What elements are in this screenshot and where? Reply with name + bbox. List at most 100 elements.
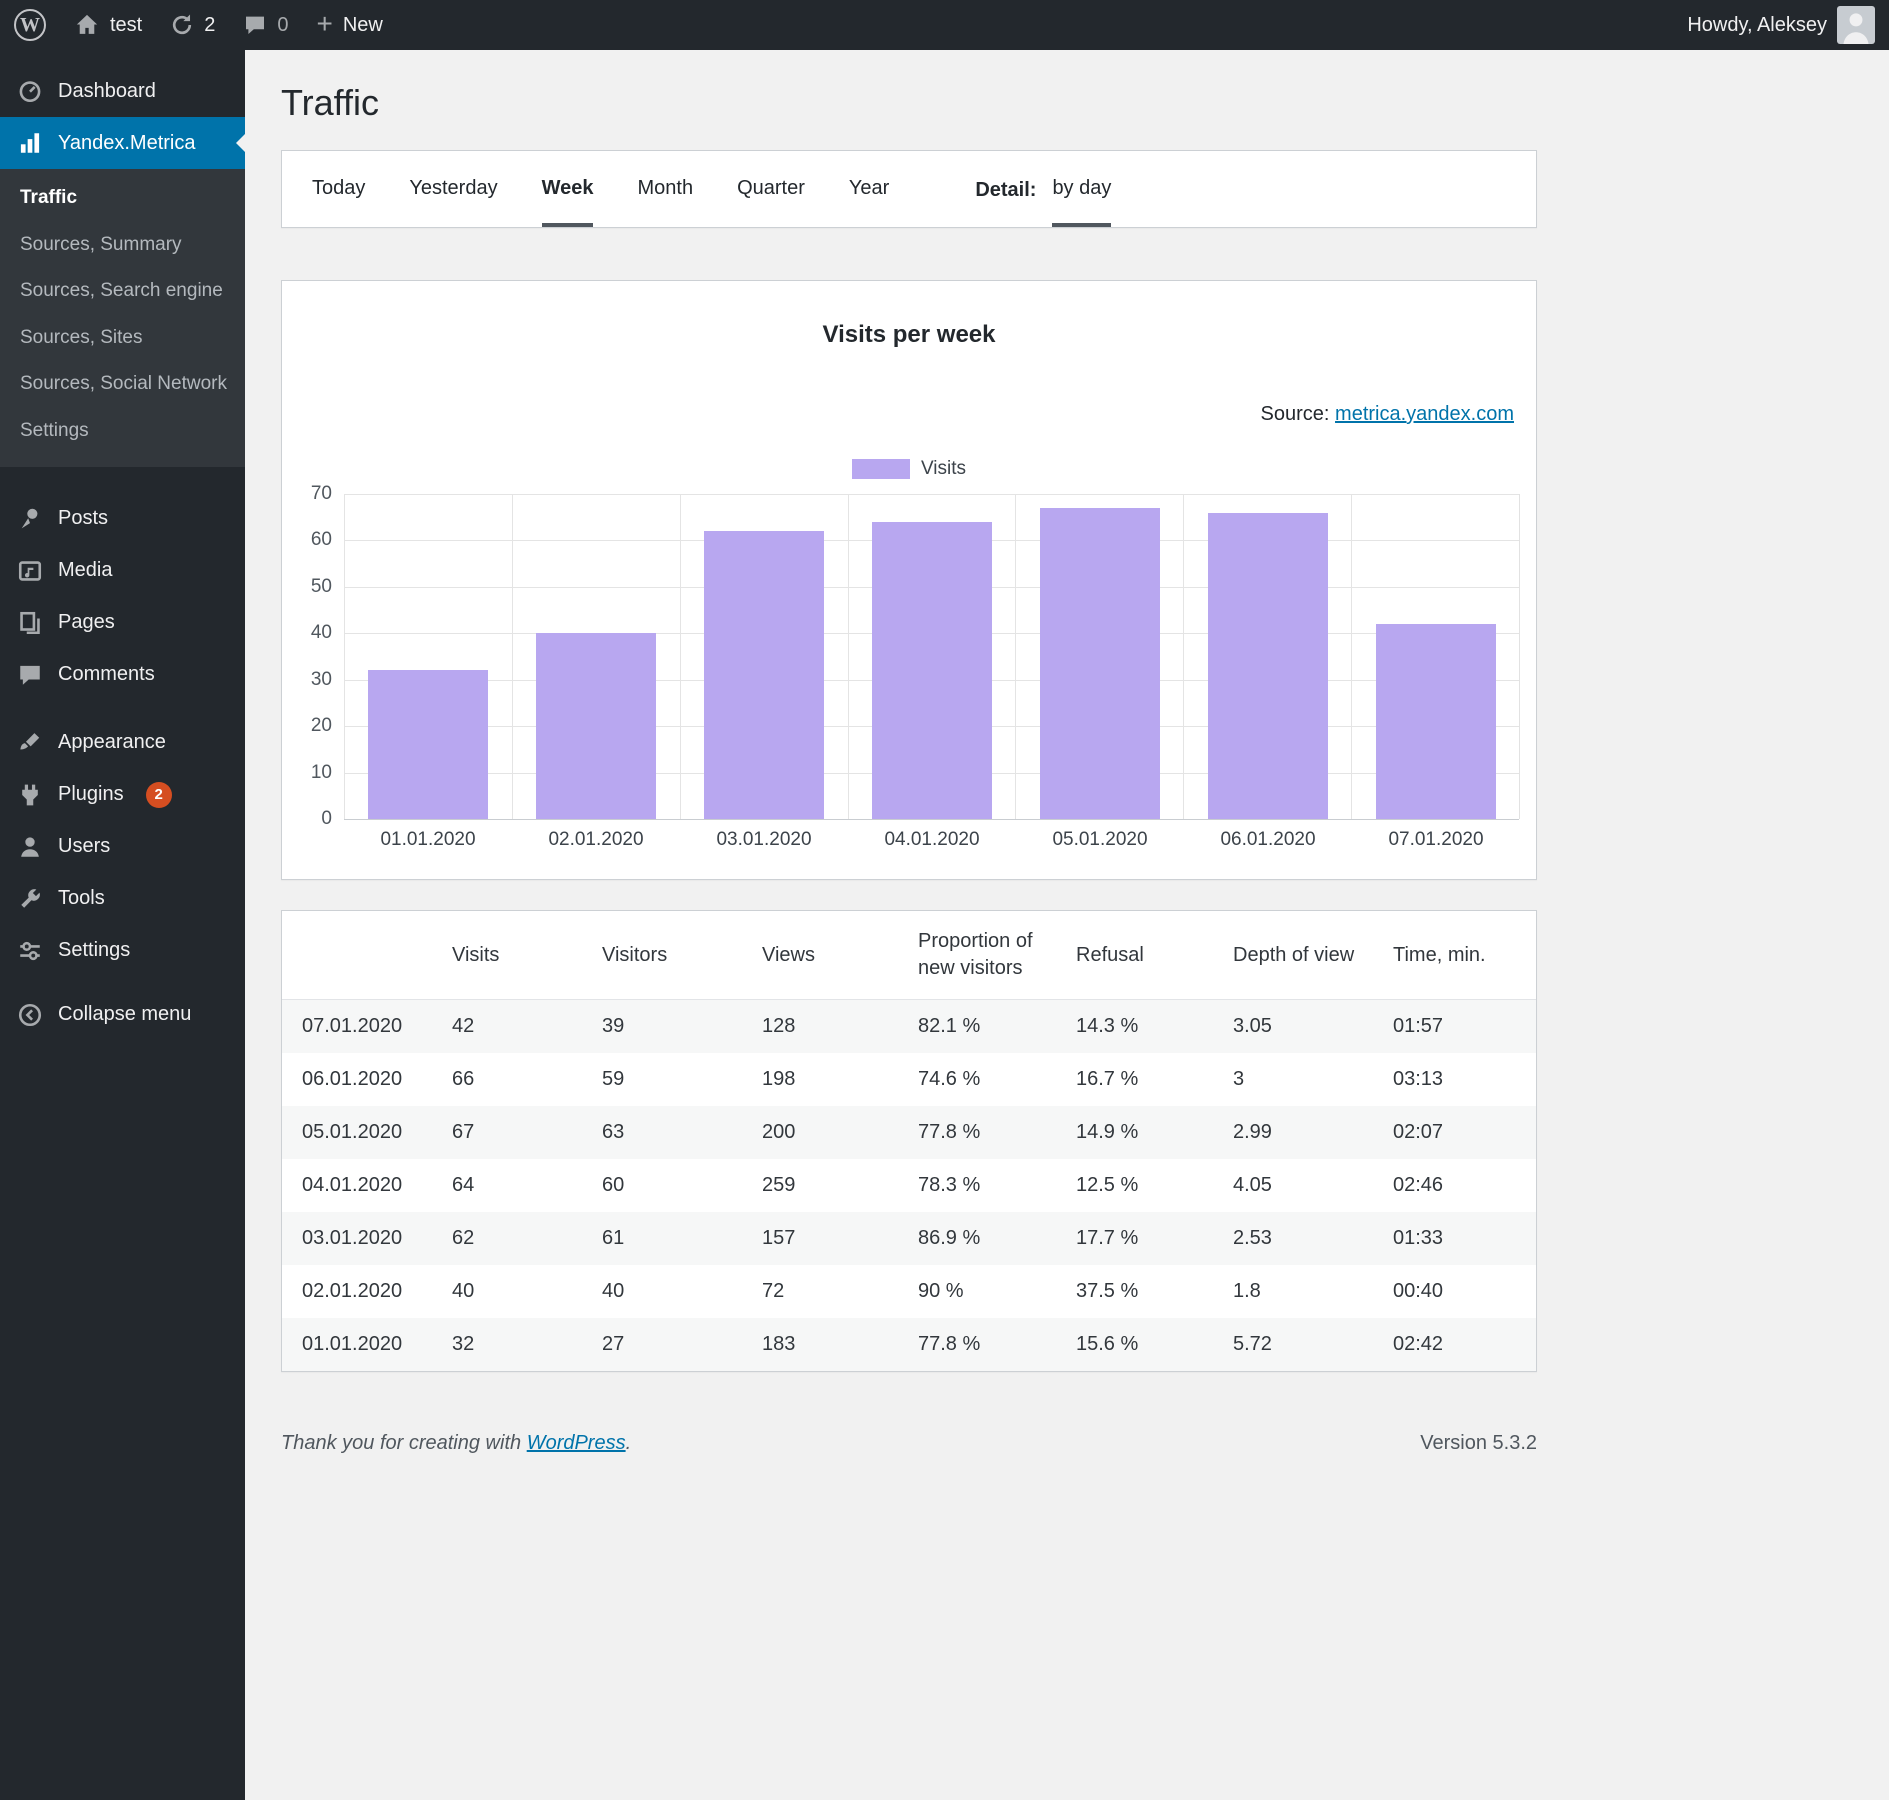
submenu-item-sources-social-network[interactable]: Sources, Social Network [0,361,245,408]
submenu-item-settings[interactable]: Settings [0,408,245,455]
sidebar-item-label: Tools [58,887,105,910]
row-value-cell: 3.05 [1233,1015,1272,1037]
row-value-cell: 72 [762,1280,785,1302]
row-date-cell: 07.01.2020 [302,1015,403,1037]
submenu-item-sources-sites[interactable]: Sources, Sites [0,315,245,362]
footer-thanks: Thank you for creating with WordPress. [281,1432,631,1455]
sidebar-item-settings[interactable]: Settings [0,925,245,977]
table-header-row: Visits Visitors Views Proportion of new vis… [282,911,1536,1000]
detail-selector: Detail: by day [975,151,1112,227]
bar-slot [847,494,1016,819]
sidebar-item-posts[interactable]: Posts [0,493,245,545]
row-value-cell: 02:46 [1393,1174,1444,1196]
visits-bar [704,531,825,819]
thanks-period: . [625,1432,632,1454]
submenu-item-sources-search-engine[interactable]: Sources, Search engine [0,268,245,315]
update-count: 2 [204,13,216,36]
y-tick-label: 30 [310,668,332,690]
submenu-item-sources-summary[interactable]: Sources, Summary [0,222,245,269]
sidebar-item-users[interactable]: Users [0,821,245,873]
row-value-cell: 01:33 [1393,1227,1444,1249]
detail-by-day[interactable]: by day [1052,151,1112,227]
row-value-cell: 2.99 [1233,1121,1272,1143]
sidebar-item-dashboard[interactable]: Dashboard [0,65,245,117]
source-link[interactable]: metrica.yandex.com [1335,403,1514,425]
tab-quarter[interactable]: Quarter [737,151,805,227]
sidebar-item-plugins[interactable]: Plugins 2 [0,769,245,821]
wordpress-link[interactable]: WordPress [527,1432,626,1454]
wp-logo-menu[interactable]: W [0,0,60,50]
traffic-table-body: 07.01.2020 42 39 128 82.1 % 14.3 % 3.05 01:57 06… [282,999,1536,1371]
visits-bar [1375,624,1496,819]
collapse-menu-button[interactable]: Collapse menu [0,989,245,1041]
tab-today[interactable]: Today [312,151,365,227]
tab-month[interactable]: Month [637,151,693,227]
table-row: 06.01.2020 66 59 198 74.6 % 16.7 % 3 03:13 [282,1053,1536,1106]
row-date-cell: 03.01.2020 [302,1227,403,1249]
x-tick-label: 06.01.2020 [1220,829,1316,850]
collapse-arrow-icon [15,1002,45,1028]
sidebar-item-tools[interactable]: Tools [0,873,245,925]
sidebar-item-media[interactable]: Media [0,545,245,597]
plugins-update-badge: 2 [145,781,172,808]
bar-slots [344,494,1519,819]
row-value-cell: 183 [762,1333,796,1355]
x-axis-labels: 01.01.2020 02.01.2020 03.01.2020 04.01.2020… [344,819,1520,851]
row-value-cell: 82.1 % [918,1015,981,1037]
plot-area [344,494,1520,820]
comments-indicator[interactable]: 0 [229,0,302,50]
chart-source: Source: metrica.yandex.com [298,403,1514,426]
tab-week[interactable]: Week [541,151,594,227]
row-value-cell: 39 [602,1015,625,1037]
page-title: Traffic [281,82,380,123]
row-value-cell: 02:07 [1393,1121,1444,1143]
sidebar-item-appearance[interactable]: Appearance [0,717,245,769]
plugin-icon [15,782,45,808]
row-value-cell: 64 [452,1174,475,1196]
tab-year[interactable]: Year [849,151,889,227]
y-tick-label: 40 [310,622,332,644]
sidebar-item-label: Dashboard [58,79,156,102]
row-value-cell: 12.5 % [1076,1174,1139,1196]
row-value-cell: 259 [762,1174,796,1196]
column-header: Proportion of new visitors [918,930,1033,979]
account-menu[interactable]: Howdy, Aleksey [1673,0,1889,50]
row-value-cell: 40 [452,1280,475,1302]
updates-indicator[interactable]: 2 [156,0,229,50]
column-header: Visitors [602,943,668,966]
visits-bar [1207,512,1328,819]
update-icon [170,13,194,37]
sidebar-item-yandex-metrica[interactable]: Yandex.Metrica [0,117,245,169]
x-tick-label: 05.01.2020 [1052,829,1148,850]
home-icon [74,12,100,38]
chart-bar-icon [15,130,45,156]
row-value-cell: 40 [602,1280,625,1302]
chart-title: Visits per week [822,321,996,348]
sidebar-item-pages[interactable]: Pages [0,597,245,649]
table-row: 04.01.2020 64 60 259 78.3 % 12.5 % 4.05 02:46 [282,1159,1536,1212]
bar-chart: 0 10 20 30 40 50 60 70 [298,483,1520,829]
site-menu[interactable]: test [60,0,156,50]
tab-yesterday[interactable]: Yesterday [409,151,497,227]
sidebar-item-comments[interactable]: Comments [0,649,245,701]
sliders-icon [15,938,45,964]
bar-slot [511,494,680,819]
column-header [282,911,440,1000]
y-tick-label: 0 [321,808,332,829]
table-row: 05.01.2020 67 63 200 77.8 % 14.9 % 2.99 02:07 [282,1106,1536,1159]
x-tick-label: 07.01.2020 [1388,829,1484,850]
dashboard-icon [15,78,45,104]
detail-label: Detail: [975,179,1037,201]
gridline [344,819,1519,820]
new-content-menu[interactable]: + New [303,0,397,50]
row-value-cell: 90 % [918,1280,964,1302]
chart-legend: Visits [298,458,1520,480]
row-value-cell: 78.3 % [918,1174,981,1196]
sidebar-item-label: Users [58,835,111,858]
bar-slot [1183,494,1351,819]
y-axis: 0 10 20 30 40 50 60 70 [298,483,344,829]
submenu-item-traffic[interactable]: Traffic [0,175,245,222]
row-value-cell: 200 [762,1121,796,1143]
source-label: Source: [1260,403,1330,425]
main-content: Traffic Today Yesterday Week Month Quart… [245,50,1889,1800]
